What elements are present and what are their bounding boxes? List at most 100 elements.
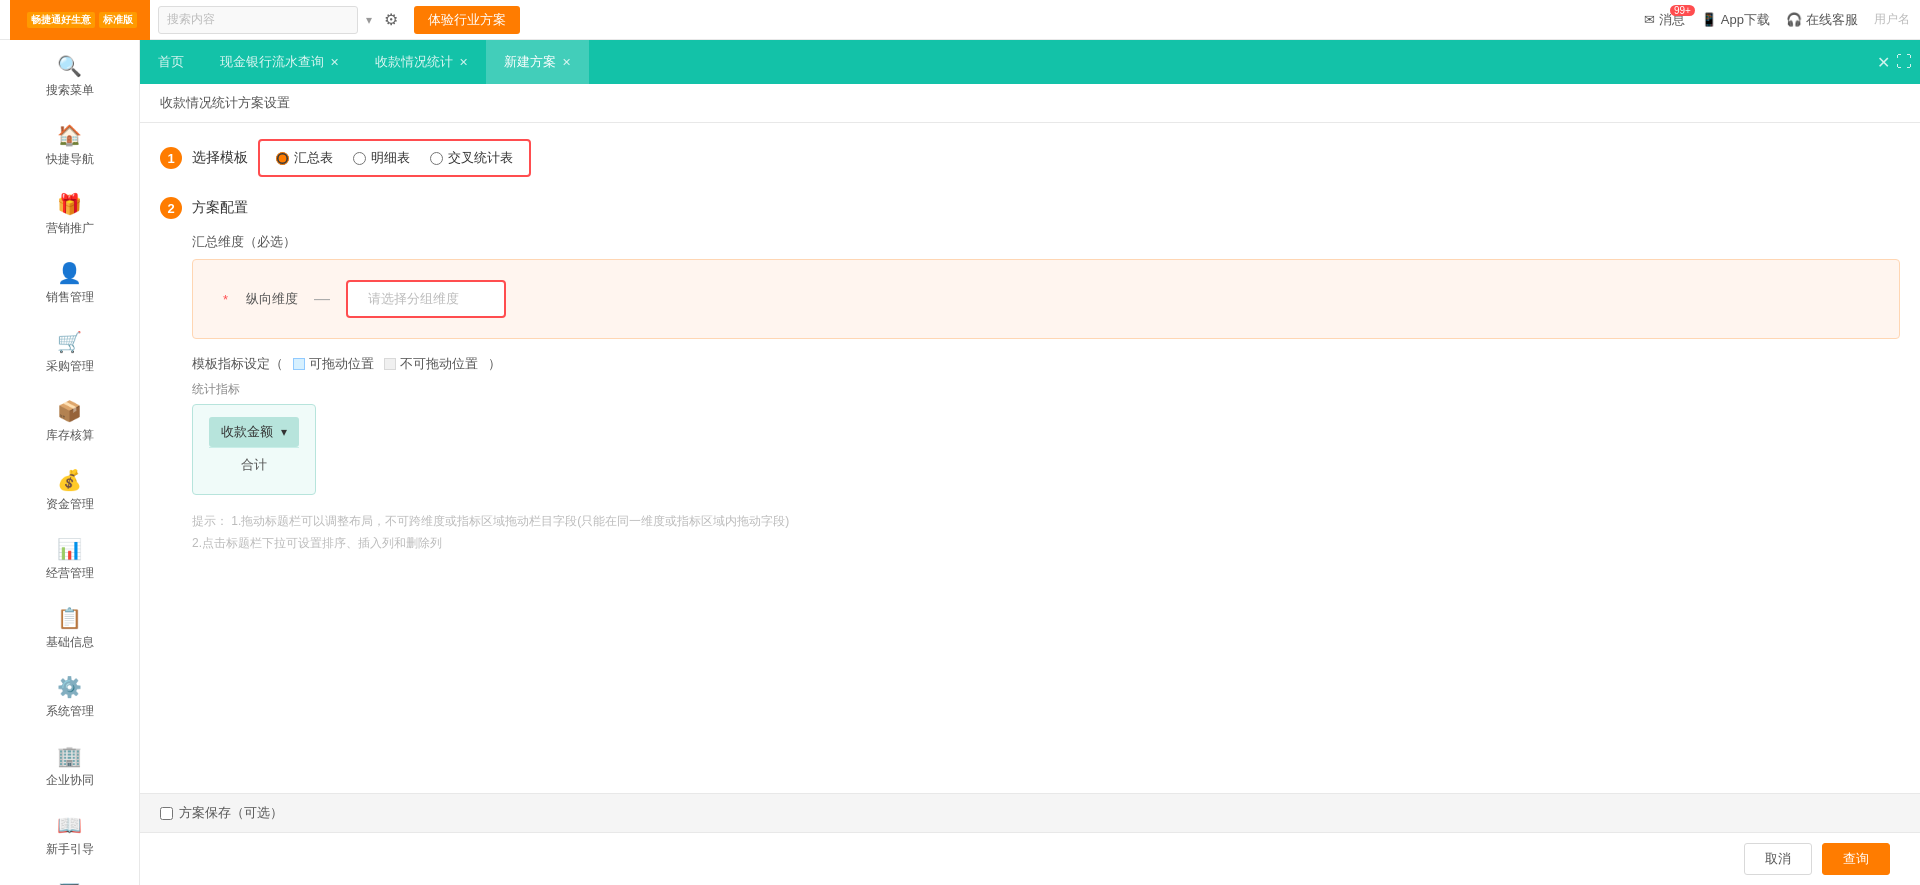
dropdown-arrow-icon[interactable]: ▾	[366, 13, 372, 27]
tab-cashflow[interactable]: 现金银行流水查询 ✕	[202, 40, 357, 84]
legend-draggable-icon	[293, 358, 305, 370]
sidebar-item-operations-label: 经营管理	[46, 565, 94, 582]
headset-icon: 🎧	[1786, 12, 1802, 27]
user-name: 用户名	[1874, 11, 1910, 28]
metric-area: 统计指标 收款金额 ▾ 合计	[192, 381, 1900, 495]
search-menu-icon: 🔍	[57, 54, 82, 78]
sidebar-item-inventory[interactable]: 📦 库存核算	[0, 385, 139, 454]
sidebar-item-system[interactable]: ⚙️ 系统管理	[0, 661, 139, 730]
hint-line-1: 提示： 1.拖动标题栏可以调整布局，不可跨维度或指标区域拖动栏目字段(只能在同一…	[192, 511, 1900, 533]
gift-icon: 🎁	[57, 192, 82, 216]
save-checkbox-label[interactable]: 方案保存（可选）	[160, 804, 283, 822]
search-box: 搜索内容	[158, 6, 358, 34]
radio-summary[interactable]: 汇总表	[276, 149, 333, 167]
sidebar-item-enterprise[interactable]: 🏢 企业协同	[0, 730, 139, 799]
step1-section: 1 选择模板 汇总表 明细表	[160, 139, 1900, 177]
cart-icon: 🛒	[57, 330, 82, 354]
message-icon: ✉	[1644, 12, 1655, 27]
tabbar: 首页 现金银行流水查询 ✕ 收款情况统计 ✕ 新建方案 ✕ ✕ ⛶	[140, 40, 1920, 84]
window-maximize-icon[interactable]: ⛶	[1896, 53, 1912, 71]
sidebar-item-operations[interactable]: 📊 经营管理	[0, 523, 139, 592]
radio-detail[interactable]: 明细表	[353, 149, 410, 167]
sidebar-item-finance-label: 资金管理	[46, 496, 94, 513]
step2-title: 方案配置	[192, 199, 248, 217]
page-content: 收款情况统计方案设置 1 选择模板 汇总表	[140, 84, 1920, 832]
radio-cross[interactable]: 交叉统计表	[430, 149, 513, 167]
form-area: 1 选择模板 汇总表 明细表	[140, 123, 1920, 793]
step1-number: 1	[160, 147, 182, 169]
sidebar-item-purchase[interactable]: 🛒 采购管理	[0, 316, 139, 385]
sidebar-item-search[interactable]: 🔍 搜索菜单	[0, 40, 139, 109]
metric-header[interactable]: 收款金额 ▾	[209, 417, 299, 447]
message-badge: 99+	[1670, 5, 1695, 16]
dimension-select[interactable]: 请选择分组维度	[346, 280, 506, 318]
step2-header: 2 方案配置	[160, 197, 1900, 219]
sidebar-item-quicknav[interactable]: 🏠 快捷导航	[0, 109, 139, 178]
legend-fixed-label: 不可拖动位置	[400, 355, 478, 373]
sidebar-item-marketing[interactable]: 🎁 营销推广	[0, 178, 139, 247]
tab-home[interactable]: 首页	[140, 40, 202, 84]
query-button[interactable]: 查询	[1822, 843, 1890, 875]
sidebar-item-finance[interactable]: 💰 资金管理	[0, 454, 139, 523]
radio-cross-label: 交叉统计表	[448, 149, 513, 167]
radio-summary-input[interactable]	[276, 152, 289, 165]
topbar: 畅捷通好生意 标准版 搜索内容 ▾ ⚙ 体验行业方案 ✉ 99+ 消息 📱 Ap…	[0, 0, 1920, 40]
template-radio-group: 汇总表 明细表 交叉统计表	[258, 139, 531, 177]
tab-collection-close-icon[interactable]: ✕	[459, 56, 468, 69]
radio-detail-input[interactable]	[353, 152, 366, 165]
tab-collection[interactable]: 收款情况统计 ✕	[357, 40, 486, 84]
sidebar-item-hardware[interactable]: 🖥️ 智能硬件	[0, 868, 139, 885]
sidebar-item-basic[interactable]: 📋 基础信息	[0, 592, 139, 661]
metric-label: 收款金额	[221, 423, 273, 441]
sidebar-item-newbie[interactable]: 📖 新手引导	[0, 799, 139, 868]
sidebar-item-system-label: 系统管理	[46, 703, 94, 720]
tab-cashflow-close-icon[interactable]: ✕	[330, 56, 339, 69]
service-icon-item[interactable]: 🎧 在线客服	[1786, 11, 1858, 29]
page-footer: 方案保存（可选）	[140, 793, 1920, 832]
hint-line-2: 2.点击标题栏下拉可设置排序、插入列和删除列	[192, 533, 1900, 555]
radio-summary-label: 汇总表	[294, 149, 333, 167]
legend-draggable-label: 可拖动位置	[309, 355, 374, 373]
money-icon: 💰	[57, 468, 82, 492]
save-label-text: 方案保存（可选）	[179, 804, 283, 822]
save-checkbox[interactable]	[160, 807, 173, 820]
sidebar-item-sales[interactable]: 👤 销售管理	[0, 247, 139, 316]
tabbar-right: ✕ ⛶	[1877, 40, 1920, 84]
sidebar-item-quicknav-label: 快捷导航	[46, 151, 94, 168]
cancel-button[interactable]: 取消	[1744, 843, 1812, 875]
sidebar-item-basic-label: 基础信息	[46, 634, 94, 651]
radio-cross-input[interactable]	[430, 152, 443, 165]
sidebar-item-sales-label: 销售管理	[46, 289, 94, 306]
download-icon-item[interactable]: 📱 App下载	[1701, 11, 1770, 29]
user-icon: 👤	[57, 261, 82, 285]
metric-total-row: 合计	[209, 447, 299, 482]
sidebar-item-newbie-label: 新手引导	[46, 841, 94, 858]
window-close-icon[interactable]: ✕	[1877, 53, 1890, 72]
tab-home-label: 首页	[158, 53, 184, 71]
metric-section-label: 统计指标	[192, 381, 1900, 398]
logo-badge: 标准版	[99, 12, 137, 28]
gear-icon[interactable]: ⚙	[384, 10, 398, 29]
legend-draggable: 可拖动位置	[293, 355, 374, 373]
metric-dropdown-icon[interactable]: ▾	[281, 425, 287, 439]
indicator-title-close: ）	[488, 355, 501, 373]
radio-detail-label: 明细表	[371, 149, 410, 167]
tab-newplan-close-icon[interactable]: ✕	[562, 56, 571, 69]
content-area: 首页 现金银行流水查询 ✕ 收款情况统计 ✕ 新建方案 ✕ ✕ ⛶ 收款情况统计…	[140, 40, 1920, 885]
download-label: App下载	[1721, 11, 1770, 29]
metric-box: 收款金额 ▾ 合计	[192, 404, 316, 495]
step1-title: 选择模板	[192, 149, 248, 167]
sidebar-item-inventory-label: 库存核算	[46, 427, 94, 444]
home-icon: 🏠	[57, 123, 82, 147]
dimension-box: * 纵向维度 — 请选择分组维度	[192, 259, 1900, 339]
industry-btn[interactable]: 体验行业方案	[414, 6, 520, 34]
legend-fixed: 不可拖动位置	[384, 355, 478, 373]
download-icon: 📱	[1701, 12, 1717, 27]
message-icon-item[interactable]: ✉ 99+ 消息	[1644, 11, 1685, 29]
clipboard-icon: 📋	[57, 606, 82, 630]
box-icon: 📦	[57, 399, 82, 423]
step2-body: 汇总维度（必选） * 纵向维度 — 请选择分组维度 模板指标设定（	[192, 233, 1900, 554]
tab-newplan[interactable]: 新建方案 ✕	[486, 40, 589, 84]
tab-newplan-label: 新建方案	[504, 53, 556, 71]
sidebar-item-marketing-label: 营销推广	[46, 220, 94, 237]
